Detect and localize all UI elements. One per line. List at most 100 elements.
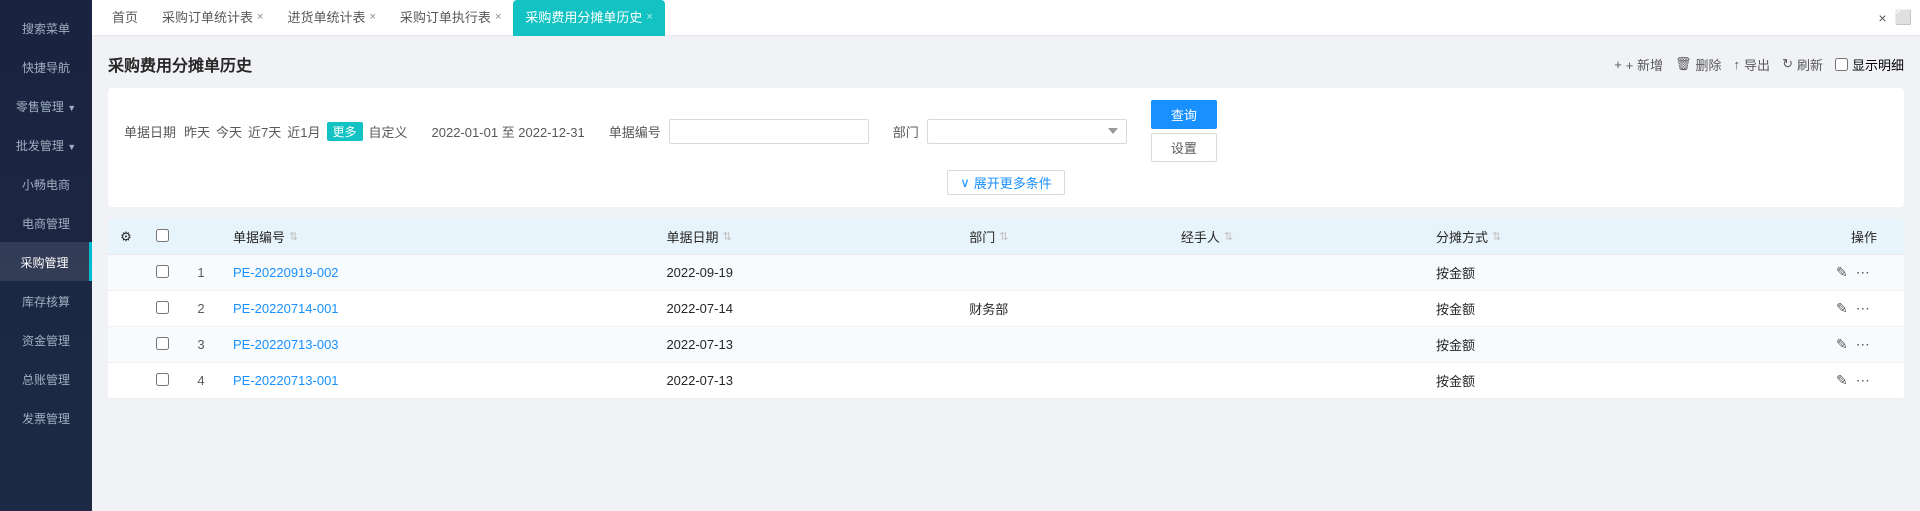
sidebar-item-search[interactable]: 搜索菜单 — [0, 8, 92, 47]
table-row: 1 PE-20220919-002 2022-09-19 按金额 ✎ ⋯ — [108, 255, 1904, 291]
last1month-shortcut[interactable]: 近1月 — [287, 122, 320, 141]
filter-row: 单据日期 昨天 今天 近7天 近1月 更多 自定义 2022-01-01 至 2… — [124, 100, 1888, 162]
doc-no-link-3[interactable]: PE-20220713-001 — [233, 373, 339, 388]
delete-icon: 🗑 — [1675, 56, 1692, 72]
sidebar-item-wholesale[interactable]: 批发管理 ▼ — [0, 125, 92, 164]
sort-split-icon[interactable]: ⇅ — [1492, 230, 1501, 243]
sidebar-item-purchase[interactable]: 采购管理 — [0, 242, 92, 281]
more-icon-1[interactable]: ⋯ — [1856, 300, 1870, 317]
export-button[interactable]: ↑ 导出 — [1734, 55, 1771, 74]
add-button[interactable]: + + 新增 — [1614, 55, 1663, 74]
sidebar-label-wholesale: 批发管理 ▼ — [4, 137, 88, 154]
more-icon-2[interactable]: ⋯ — [1856, 336, 1870, 353]
content-area: 采购费用分摊单历史 + + 新增 🗑 删除 ↑ 导出 ↻ 刷新 — [92, 36, 1920, 511]
doc-no-input[interactable] — [669, 119, 869, 144]
row-checkbox-1[interactable] — [156, 301, 169, 314]
main-area: 首页采购订单统计表×进货单统计表×采购订单执行表×采购费用分摊单历史× × ⬜ … — [92, 0, 1920, 511]
row-actions-2: ✎ ⋯ — [1824, 327, 1904, 363]
last7days-shortcut[interactable]: 近7天 — [248, 122, 281, 141]
row-checkbox-3[interactable] — [156, 373, 169, 386]
custom-date-shortcut[interactable]: 自定义 — [369, 122, 408, 141]
sidebar-item-ledger[interactable]: 总账管理 — [0, 359, 92, 398]
sidebar-item-retail[interactable]: 零售管理 ▼ — [0, 86, 92, 125]
row-num-2: 3 — [181, 327, 221, 363]
query-button[interactable]: 查询 — [1151, 100, 1217, 129]
today-shortcut[interactable]: 今天 — [216, 122, 242, 141]
more-date-shortcut[interactable]: 更多 — [327, 122, 363, 141]
edit-icon-1[interactable]: ✎ — [1836, 300, 1848, 317]
data-table: ⚙ 单据编号 ⇅ — [108, 219, 1904, 399]
refresh-button[interactable]: ↻ 刷新 — [1782, 55, 1823, 74]
delete-button[interactable]: 🗑 删除 — [1675, 55, 1722, 74]
date-shortcuts: 昨天 今天 近7天 近1月 更多 自定义 — [184, 122, 408, 141]
tab-close-purchase-cost-history[interactable]: × — [646, 11, 652, 23]
sidebar: 搜索菜单快捷导航零售管理 ▼ 批发管理 ▼ 小畅电商电商管理采购管理库存核算资金管理… — [0, 0, 92, 511]
column-settings-icon[interactable]: ⚙ — [120, 229, 132, 244]
sort-doc-date-icon[interactable]: ⇅ — [722, 230, 731, 243]
row-checkbox-cell-0 — [144, 255, 181, 291]
sidebar-item-finance[interactable]: 资金管理 — [0, 320, 92, 359]
more-icon-3[interactable]: ⋯ — [1856, 372, 1870, 389]
tab-purchase-cost-history[interactable]: 采购费用分摊单历史 × — [513, 0, 664, 36]
export-icon: ↑ — [1734, 57, 1741, 72]
sort-handler-icon[interactable]: ⇅ — [1224, 230, 1233, 243]
date-range-display: 2022-01-01 至 2022-12-31 — [432, 122, 585, 141]
row-checkbox-0[interactable] — [156, 265, 169, 278]
doc-no-link-0[interactable]: PE-20220919-002 — [233, 265, 339, 280]
table-body: 1 PE-20220919-002 2022-09-19 按金额 ✎ ⋯ 2 P… — [108, 255, 1904, 399]
row-dept-0 — [957, 255, 1169, 291]
close-window-icon[interactable]: × — [1878, 10, 1886, 26]
yesterday-shortcut[interactable]: 昨天 — [184, 122, 210, 141]
row-doc-no-0: PE-20220919-002 — [221, 255, 654, 291]
row-actions-0: ✎ ⋯ — [1824, 255, 1904, 291]
tab-label-home: 首页 — [112, 7, 138, 26]
sidebar-item-ecom[interactable]: 电商管理 — [0, 203, 92, 242]
sidebar-item-miniapp[interactable]: 小畅电商 — [0, 164, 92, 203]
th-settings: ⚙ — [108, 219, 144, 255]
tab-purchase-arrival-stats[interactable]: 进货单统计表× — [275, 0, 387, 36]
row-dept-3 — [957, 363, 1169, 399]
tab-close-purchase-order-stats[interactable]: × — [257, 11, 263, 23]
tab-purchase-order-stats[interactable]: 采购订单统计表× — [150, 0, 275, 36]
row-split-method-1: 按金额 — [1424, 291, 1824, 327]
add-icon: + — [1614, 57, 1622, 72]
sidebar-item-invoice[interactable]: 发票管理 — [0, 398, 92, 437]
settings-button[interactable]: 设置 — [1151, 133, 1217, 162]
sidebar-item-inventory[interactable]: 库存核算 — [0, 281, 92, 320]
row-settings-2 — [108, 327, 144, 363]
tab-label-purchase-cost-history: 采购费用分摊单历史 — [525, 7, 642, 26]
edit-icon-2[interactable]: ✎ — [1836, 336, 1848, 353]
row-checkbox-2[interactable] — [156, 337, 169, 350]
sidebar-label-ecom: 电商管理 — [4, 215, 88, 232]
tab-bar: 首页采购订单统计表×进货单统计表×采购订单执行表× 采购费用分摊单历史 × × ⬜ — [92, 0, 1920, 36]
row-settings-3 — [108, 363, 144, 399]
doc-no-link-2[interactable]: PE-20220713-003 — [233, 337, 339, 352]
row-actions-3: ✎ ⋯ — [1824, 363, 1904, 399]
tab-close-purchase-arrival-stats[interactable]: × — [369, 11, 375, 23]
more-icon-0[interactable]: ⋯ — [1856, 264, 1870, 281]
table-row: 4 PE-20220713-001 2022-07-13 按金额 ✎ ⋯ — [108, 363, 1904, 399]
row-dept-2 — [957, 327, 1169, 363]
edit-icon-3[interactable]: ✎ — [1836, 372, 1848, 389]
expand-more-button[interactable]: ∨ 展开更多条件 — [947, 170, 1065, 195]
expand-icon: ∨ — [960, 175, 970, 191]
dept-select[interactable]: 财务部 — [927, 119, 1127, 144]
expand-more-container: ∨ 展开更多条件 — [124, 170, 1888, 195]
sidebar-label-finance: 资金管理 — [4, 332, 88, 349]
restore-window-icon[interactable]: ⬜ — [1895, 9, 1912, 26]
tab-home[interactable]: 首页 — [100, 0, 150, 36]
edit-icon-0[interactable]: ✎ — [1836, 264, 1848, 281]
table-row: 3 PE-20220713-003 2022-07-13 按金额 ✎ ⋯ — [108, 327, 1904, 363]
sort-doc-no-icon[interactable]: ⇅ — [289, 230, 298, 243]
table-row: 2 PE-20220714-001 2022-07-14 财务部 按金额 ✎ ⋯ — [108, 291, 1904, 327]
doc-no-link-1[interactable]: PE-20220714-001 — [233, 301, 339, 316]
sidebar-item-quicknav[interactable]: 快捷导航 — [0, 47, 92, 86]
show-detail-checkbox[interactable]: 显示明细 — [1835, 55, 1904, 74]
sort-dept-icon[interactable]: ⇅ — [999, 230, 1008, 243]
date-filter: 单据日期 昨天 今天 近7天 近1月 更多 自定义 — [124, 122, 408, 141]
select-all-checkbox[interactable] — [156, 229, 169, 242]
tab-purchase-order-exec[interactable]: 采购订单执行表× — [388, 0, 513, 36]
row-doc-no-2: PE-20220713-003 — [221, 327, 654, 363]
tab-close-purchase-order-exec[interactable]: × — [495, 11, 501, 23]
row-split-method-3: 按金额 — [1424, 363, 1824, 399]
